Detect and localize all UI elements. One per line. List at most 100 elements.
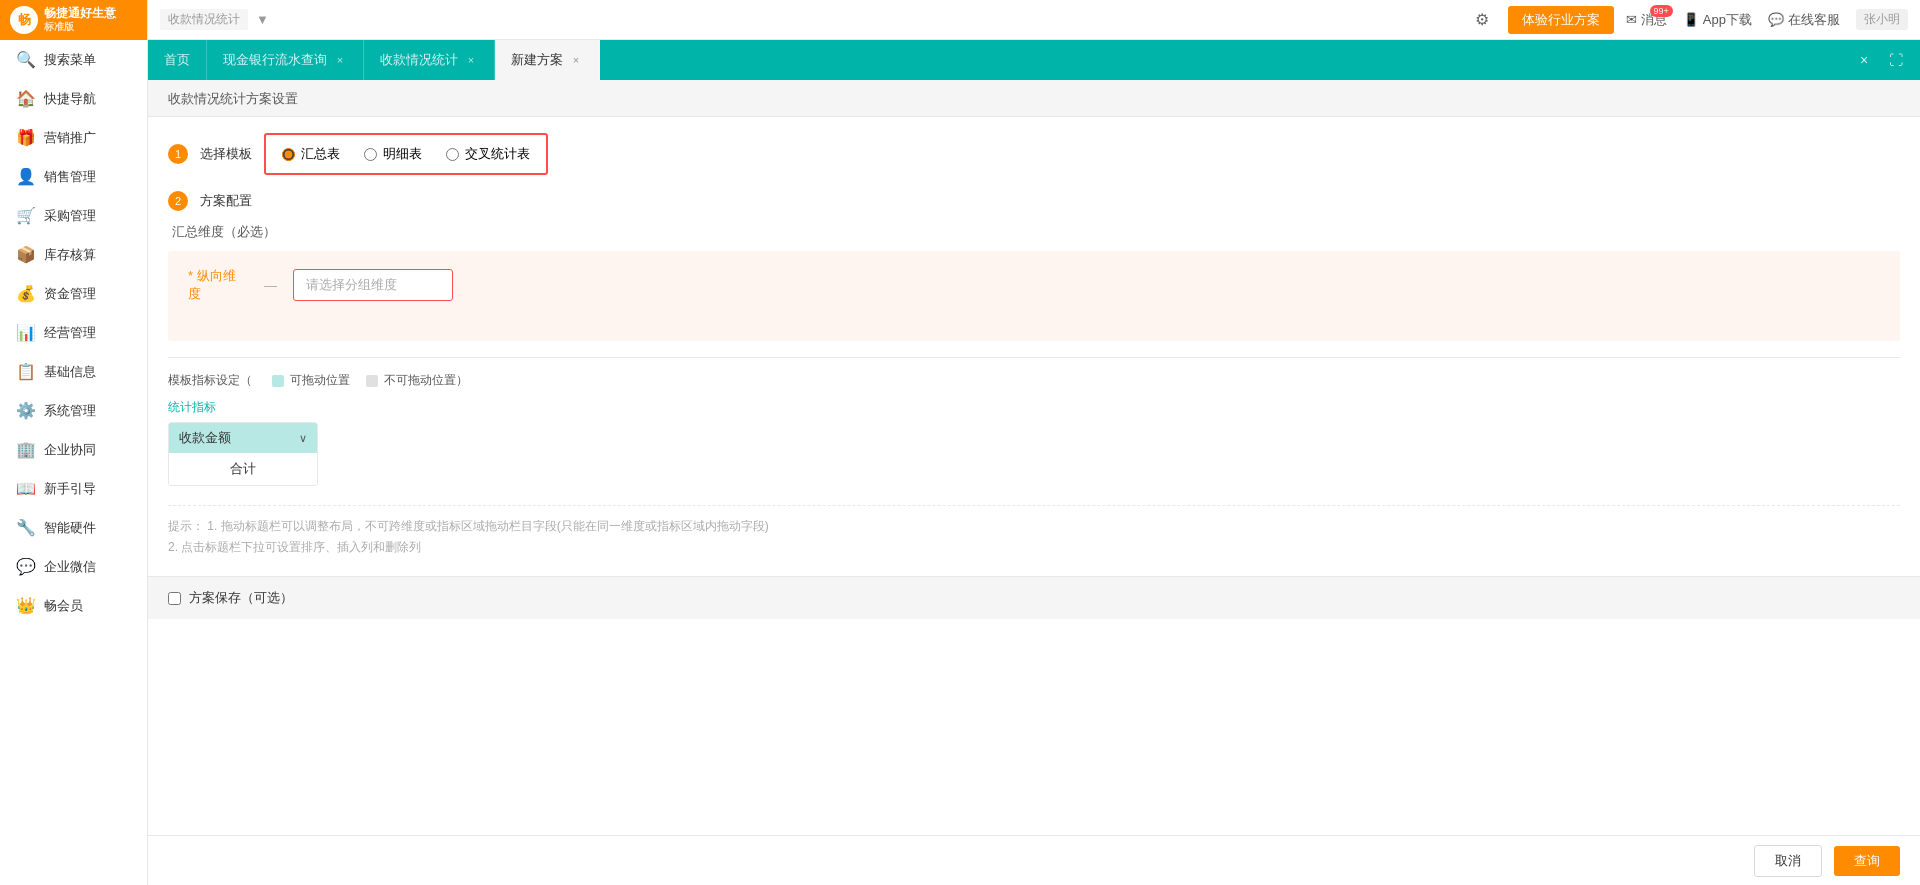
tab-bar: 首页 现金银行流水查询 × 收款情况统计 × 新建方案 × × ⛶ — [148, 40, 1920, 80]
enterprise-icon: 🏢 — [16, 440, 36, 459]
dimension-arrow-icon: — — [264, 278, 277, 293]
download-label: App下载 — [1703, 11, 1752, 29]
purchase-icon: 🛒 — [16, 206, 36, 225]
breadcrumb: 收款情况统计 — [160, 9, 248, 30]
tab-cash-flow-close-icon[interactable]: × — [333, 53, 347, 67]
tab-cash-flow[interactable]: 现金银行流水查询 × — [207, 40, 364, 80]
tab-new-plan[interactable]: 新建方案 × — [495, 40, 600, 80]
sidebar-item-enterprise[interactable]: 🏢 企业协同 — [0, 430, 147, 469]
step2-title: 方案配置 — [200, 192, 252, 210]
system-icon: ⚙️ — [16, 401, 36, 420]
sidebar-item-operations[interactable]: 📊 经营管理 — [0, 313, 147, 352]
page-title: 收款情况统计方案设置 — [148, 80, 1920, 117]
radio-cross[interactable]: 交叉统计表 — [446, 145, 530, 163]
tab-new-plan-close-icon[interactable]: × — [569, 53, 583, 67]
save-option-label[interactable]: 方案保存（可选） — [189, 589, 293, 607]
header-right: ✉ 消息 99+ 📱 App下载 💬 在线客服 张小明 — [1626, 9, 1908, 30]
sidebar-item-finance[interactable]: 💰 资金管理 — [0, 274, 147, 313]
sidebar: 畅 畅捷通好生意 标准版 🔍 搜索菜单 🏠 快捷导航 🎁 营销推广 👤 销售管理… — [0, 0, 148, 885]
save-option-row: 方案保存（可选） — [148, 576, 1920, 619]
radio-detail[interactable]: 明细表 — [364, 145, 422, 163]
tab-receipt-stats[interactable]: 收款情况统计 × — [364, 40, 495, 80]
sidebar-item-search-menu[interactable]: 🔍 搜索菜单 — [0, 40, 147, 79]
legend-non-draggable: 不可拖动位置） — [366, 372, 468, 389]
radio-summary-input[interactable] — [282, 148, 295, 161]
sidebar-item-quick-nav[interactable]: 🏠 快捷导航 — [0, 79, 147, 118]
tab-receipt-stats-close-icon[interactable]: × — [464, 53, 478, 67]
tab-new-plan-label: 新建方案 — [511, 51, 563, 69]
breadcrumb-chevron-icon: ▼ — [256, 12, 269, 27]
sidebar-item-label: 销售管理 — [44, 168, 96, 186]
step1-badge: 1 — [168, 144, 188, 164]
radio-detail-label: 明细表 — [383, 145, 422, 163]
sidebar-item-sales[interactable]: 👤 销售管理 — [0, 157, 147, 196]
sidebar-item-label: 资金管理 — [44, 285, 96, 303]
logo-icon: 畅 — [10, 6, 38, 34]
finance-icon: 💰 — [16, 284, 36, 303]
sidebar-item-label: 库存核算 — [44, 246, 96, 264]
gear-button[interactable]: ⚙ — [1468, 6, 1496, 34]
footer-bar: 取消 查询 — [148, 835, 1920, 885]
step1-row: 1 选择模板 汇总表 明细表 交叉统计表 — [168, 133, 1900, 175]
sidebar-item-label: 智能硬件 — [44, 519, 96, 537]
form-section: 1 选择模板 汇总表 明细表 交叉统计表 — [148, 117, 1920, 576]
vertical-dimension-label: * 纵向维度 — [188, 267, 248, 303]
sidebar-item-hardware[interactable]: 🔧 智能硬件 — [0, 508, 147, 547]
dimension-area: * 纵向维度 — 请选择分组维度 — [168, 251, 1900, 341]
step2-badge: 2 — [168, 191, 188, 211]
vertical-dimension-row: * 纵向维度 — 请选择分组维度 — [188, 267, 1880, 303]
sidebar-item-wechat[interactable]: 💬 企业微信 — [0, 547, 147, 586]
basic-info-icon: 📋 — [16, 362, 36, 381]
radio-cross-label: 交叉统计表 — [465, 145, 530, 163]
save-option-checkbox[interactable] — [168, 592, 181, 605]
sidebar-item-member[interactable]: 👑 畅会员 — [0, 586, 147, 625]
stats-label: 统计指标 — [168, 399, 1900, 416]
tab-close-all-button[interactable]: × — [1852, 48, 1876, 72]
sidebar-logo: 畅 畅捷通好生意 标准版 — [0, 0, 147, 40]
sidebar-item-label: 搜索菜单 — [44, 51, 96, 69]
radio-summary-label: 汇总表 — [301, 145, 340, 163]
logo-text: 畅捷通好生意 标准版 — [44, 6, 116, 34]
draggable-dot — [272, 375, 284, 387]
tab-bar-actions: × ⛶ — [1840, 48, 1920, 72]
sidebar-item-inventory[interactable]: 📦 库存核算 — [0, 235, 147, 274]
tab-home[interactable]: 首页 — [148, 40, 207, 80]
tab-expand-button[interactable]: ⛶ — [1884, 48, 1908, 72]
non-draggable-label: 不可拖动位置） — [384, 372, 468, 389]
message-button[interactable]: ✉ 消息 99+ — [1626, 11, 1667, 29]
online-service-button[interactable]: 💬 在线客服 — [1768, 11, 1840, 29]
hardware-icon: 🔧 — [16, 518, 36, 537]
plan-config: 2 方案配置 汇总维度（必选） * 纵向维度 — 请选择分组维度 — [168, 191, 1900, 556]
app-download-button[interactable]: 📱 App下载 — [1683, 11, 1752, 29]
radio-summary[interactable]: 汇总表 — [282, 145, 340, 163]
sidebar-item-purchase[interactable]: 🛒 采购管理 — [0, 196, 147, 235]
template-select-row: 汇总表 明细表 交叉统计表 — [264, 133, 548, 175]
sidebar-item-system[interactable]: ⚙️ 系统管理 — [0, 391, 147, 430]
step2-row: 2 方案配置 — [168, 191, 1900, 211]
sidebar-item-label: 系统管理 — [44, 402, 96, 420]
sidebar-item-marketing[interactable]: 🎁 营销推广 — [0, 118, 147, 157]
sidebar-item-label: 企业协同 — [44, 441, 96, 459]
sidebar-item-label: 经营管理 — [44, 324, 96, 342]
sidebar-item-label: 营销推广 — [44, 129, 96, 147]
message-badge: 99+ — [1650, 5, 1673, 17]
user-avatar[interactable]: 张小明 — [1856, 9, 1908, 30]
metrics-header-row[interactable]: 收款金额 ∨ — [169, 423, 317, 453]
marketing-icon: 🎁 — [16, 128, 36, 147]
tip-text-1: 提示： 1. 拖动标题栏可以调整布局，不可跨维度或指标区域拖动栏目字段(只能在同… — [168, 518, 1900, 535]
metrics-header-cell: 收款金额 — [179, 429, 231, 447]
radio-cross-input[interactable] — [446, 148, 459, 161]
metrics-table: 收款金额 ∨ 合计 — [168, 422, 318, 486]
dimension-select[interactable]: 请选择分组维度 — [293, 269, 453, 301]
metrics-header: 模板指标设定（ 可拖动位置 不可拖动位置） — [168, 372, 1900, 389]
query-button[interactable]: 查询 — [1834, 846, 1900, 876]
sidebar-item-basic-info[interactable]: 📋 基础信息 — [0, 352, 147, 391]
sidebar-item-guide[interactable]: 📖 新手引导 — [0, 469, 147, 508]
tips-section: 提示： 1. 拖动标题栏可以调整布局，不可跨维度或指标区域拖动栏目字段(只能在同… — [168, 505, 1900, 556]
radio-detail-input[interactable] — [364, 148, 377, 161]
industry-btn[interactable]: 体验行业方案 — [1508, 6, 1614, 34]
dimension-section-title: 汇总维度（必选） — [168, 223, 1900, 241]
search-menu-icon: 🔍 — [16, 50, 36, 69]
metrics-data-cell: 合计 — [169, 453, 317, 485]
cancel-button[interactable]: 取消 — [1754, 845, 1822, 877]
